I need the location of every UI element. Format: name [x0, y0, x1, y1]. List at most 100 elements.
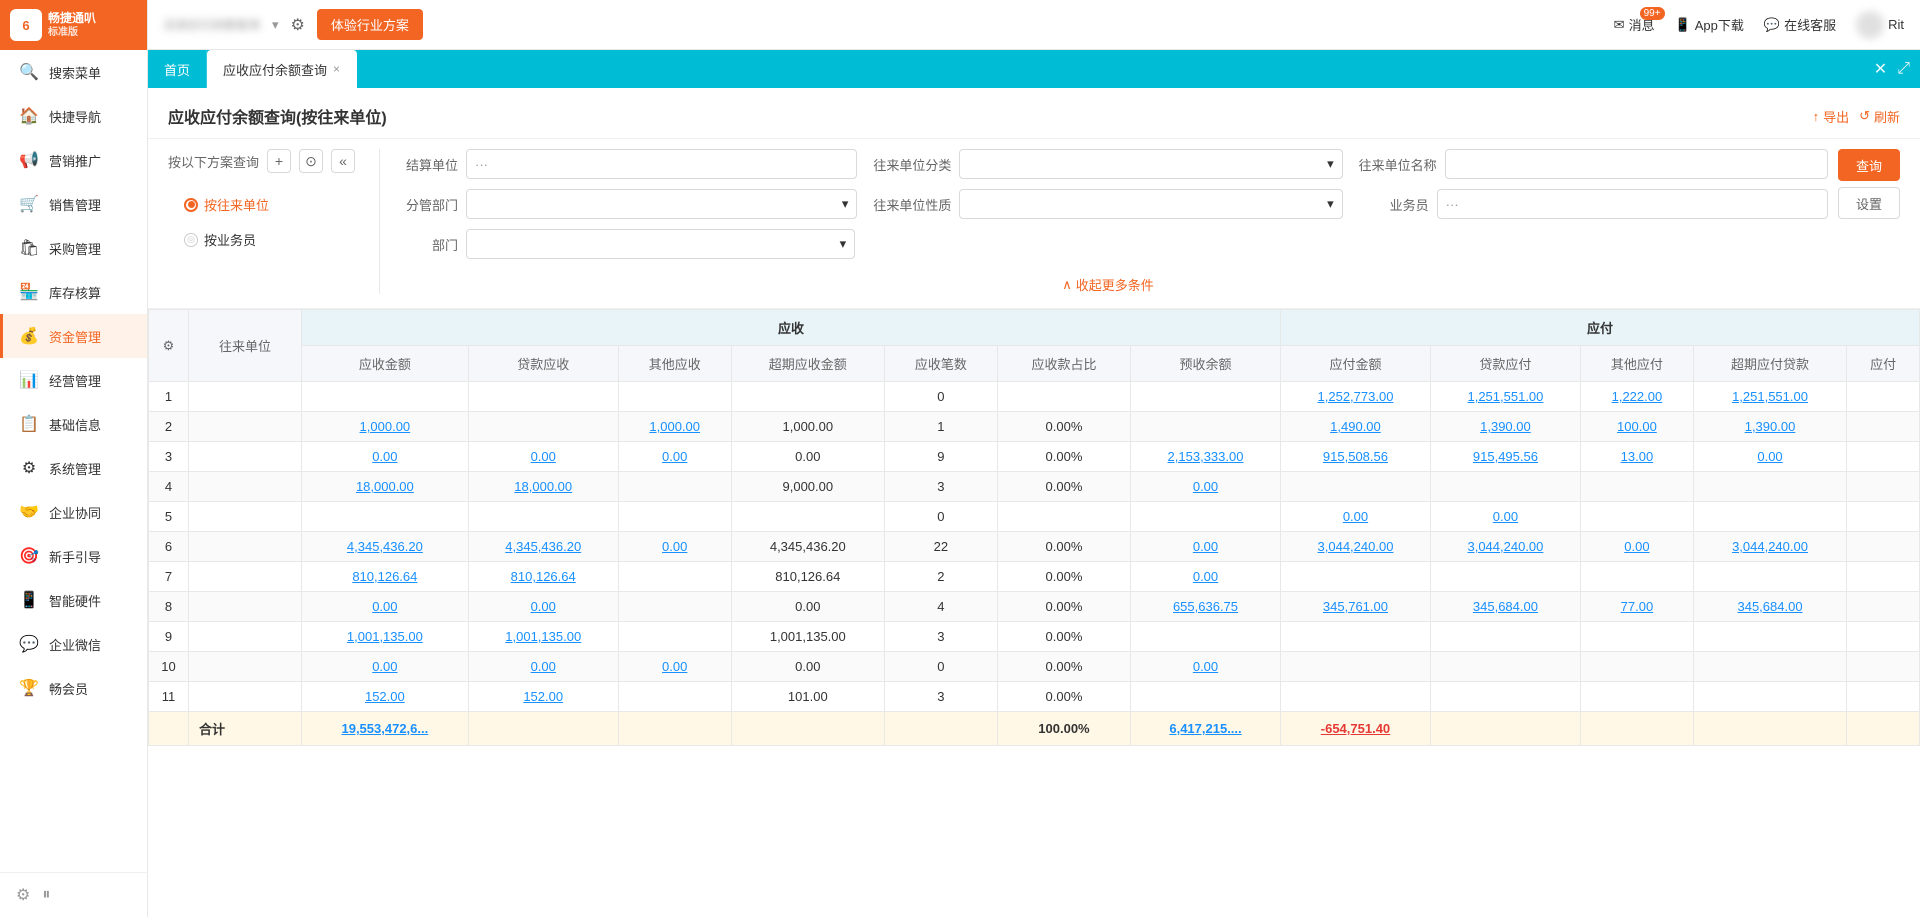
row-other-ar[interactable]: 0.00	[618, 532, 731, 562]
service-btn[interactable]: 💬 在线客服	[1764, 15, 1836, 34]
row-loan-ar[interactable]: 1,001,135.00	[468, 622, 618, 652]
sidebar-item-guide[interactable]: 🎯 新手引导	[0, 534, 147, 578]
row-loan-ar[interactable]: 152.00	[468, 682, 618, 712]
sidebar-item-system[interactable]: ⚙ 系统管理	[0, 446, 147, 490]
add-filter-btn[interactable]: +	[267, 149, 291, 173]
row-ar-amt[interactable]: 0.00	[301, 442, 468, 472]
expand-icon[interactable]: ⤢	[1897, 60, 1910, 78]
row-loan-ar[interactable]: 810,126.64	[468, 562, 618, 592]
user-menu[interactable]: Rit	[1856, 11, 1904, 39]
row-loan-ar[interactable]: 0.00	[468, 592, 618, 622]
row-loan-ar[interactable]: 0.00	[468, 442, 618, 472]
nav-by-partner[interactable]: 按往来单位	[172, 187, 281, 222]
row-ap-amt[interactable]: 345,761.00	[1280, 592, 1430, 622]
row-ar-amt[interactable]: 810,126.64	[301, 562, 468, 592]
dropdown-icon[interactable]: ▾	[272, 17, 279, 33]
row-other-ap[interactable]: 0.00	[1580, 532, 1693, 562]
row-ap-amt[interactable]: 915,508.56	[1280, 442, 1430, 472]
nav-by-salesman[interactable]: ◎ 按业务员	[172, 222, 281, 257]
row-ar-amt[interactable]: 1,000.00	[301, 412, 468, 442]
sidebar-item-hardware[interactable]: 📱 智能硬件	[0, 578, 147, 622]
footer-ap-amt[interactable]: -654,751.40	[1280, 712, 1430, 746]
tab-close-icon[interactable]: ×	[333, 62, 340, 76]
row-advance[interactable]: 0.00	[1131, 532, 1281, 562]
refresh-button[interactable]: ↺ 刷新	[1859, 107, 1900, 126]
footer-ar-amt[interactable]: 19,553,472,6...	[301, 712, 468, 746]
sidebar-item-sales[interactable]: 🛒 销售管理	[0, 182, 147, 226]
row-other-ar[interactable]: 1,000.00	[618, 412, 731, 442]
collapse-button[interactable]: ∧ 收起更多条件	[388, 269, 1828, 294]
row-other-ap[interactable]: 1,222.00	[1580, 382, 1693, 412]
sidebar-item-search[interactable]: 🔍 搜索菜单	[0, 50, 147, 94]
row-loan-ar[interactable]: 18,000.00	[468, 472, 618, 502]
row-advance[interactable]: 655,636.75	[1131, 592, 1281, 622]
row-ar-amt[interactable]: 0.00	[301, 592, 468, 622]
partner-nature-select[interactable]: ▾	[959, 189, 1342, 219]
row-loan-ap[interactable]: 345,684.00	[1430, 592, 1580, 622]
tab-home[interactable]: 首页	[148, 50, 207, 88]
row-other-ap[interactable]: 100.00	[1580, 412, 1693, 442]
sidebar-item-purchase[interactable]: 🛍 采购管理	[0, 226, 147, 270]
th-overdue-ap: 超期应付贷款	[1693, 346, 1846, 382]
row-other-ap[interactable]: 13.00	[1580, 442, 1693, 472]
promo-button[interactable]: 体验行业方案	[317, 9, 423, 40]
row-loan-ar[interactable]: 0.00	[468, 652, 618, 682]
sidebar-item-operations[interactable]: 📊 经营管理	[0, 358, 147, 402]
row-loan-ap[interactable]: 915,495.56	[1430, 442, 1580, 472]
pause-icon[interactable]: ⏸	[42, 886, 50, 904]
export-button[interactable]: ↑ 导出	[1813, 107, 1850, 126]
row-loan-ap[interactable]: 1,251,551.00	[1430, 382, 1580, 412]
row-overdue-ap[interactable]: 3,044,240.00	[1693, 532, 1846, 562]
row-loan-ap[interactable]: 3,044,240.00	[1430, 532, 1580, 562]
sidebar-item-wechat[interactable]: 💬 企业微信	[0, 622, 147, 666]
close-window-icon[interactable]: ✕	[1874, 59, 1887, 79]
config-filter-btn[interactable]: ⊙	[299, 149, 323, 173]
partner-type-select[interactable]: ▾	[959, 149, 1342, 179]
row-ar-amt[interactable]: 152.00	[301, 682, 468, 712]
row-ap-amt[interactable]: 0.00	[1280, 502, 1430, 532]
row-overdue-ap[interactable]: 1,251,551.00	[1693, 382, 1846, 412]
row-other-ar[interactable]: 0.00	[618, 652, 731, 682]
collapse-filter-btn[interactable]: «	[331, 149, 355, 173]
tab-ar-query[interactable]: 应收应付余额查询 ×	[207, 50, 357, 88]
sidebar-item-nav[interactable]: 🏠 快捷导航	[0, 94, 147, 138]
settings-icon[interactable]: ⚙	[16, 885, 30, 905]
sidebar-item-inventory[interactable]: 🏪 库存核算	[0, 270, 147, 314]
row-ar-amt[interactable]: 18,000.00	[301, 472, 468, 502]
partner-name-input[interactable]	[1445, 149, 1828, 179]
row-advance[interactable]: 2,153,333.00	[1131, 442, 1281, 472]
row-loan-ap[interactable]: 1,390.00	[1430, 412, 1580, 442]
topbar-gear-icon[interactable]: ⚙	[291, 15, 305, 35]
row-overdue-ap[interactable]: 1,390.00	[1693, 412, 1846, 442]
footer-advance[interactable]: 6,417,215....	[1131, 712, 1281, 746]
row-advance[interactable]: 0.00	[1131, 472, 1281, 502]
row-advance[interactable]: 0.00	[1131, 652, 1281, 682]
sidebar-item-basic[interactable]: 📋 基础信息	[0, 402, 147, 446]
sidebar-item-corp[interactable]: 🤝 企业协同	[0, 490, 147, 534]
row-ap-amt[interactable]: 1,490.00	[1280, 412, 1430, 442]
row-overdue-ap[interactable]: 0.00	[1693, 442, 1846, 472]
settlement-input[interactable]: ···	[466, 149, 857, 179]
row-loan-ar[interactable]: 4,345,436.20	[468, 532, 618, 562]
row-loan-ap[interactable]: 0.00	[1430, 502, 1580, 532]
salesman-input[interactable]: ···	[1437, 189, 1828, 219]
row-ar-amt[interactable]: 0.00	[301, 652, 468, 682]
table-gear-icon[interactable]: ⚙	[163, 338, 175, 354]
dept-select[interactable]: ▾	[466, 189, 857, 219]
set-button[interactable]: 设置	[1838, 187, 1900, 219]
row-other-ap[interactable]: 77.00	[1580, 592, 1693, 622]
row-ar-amt[interactable]: 4,345,436.20	[301, 532, 468, 562]
row-overdue-ap[interactable]: 345,684.00	[1693, 592, 1846, 622]
sidebar-item-member[interactable]: 🏆 畅会员	[0, 666, 147, 710]
row-ar-amt[interactable]: 1,001,135.00	[301, 622, 468, 652]
sidebar-item-finance[interactable]: 💰 资金管理	[0, 314, 147, 358]
department-select[interactable]: ▾	[466, 229, 855, 259]
sidebar-item-marketing[interactable]: 📢 营销推广	[0, 138, 147, 182]
row-ap-amt[interactable]: 1,252,773.00	[1280, 382, 1430, 412]
row-advance[interactable]: 0.00	[1131, 562, 1281, 592]
row-other-ar[interactable]: 0.00	[618, 442, 731, 472]
query-button[interactable]: 查询	[1838, 149, 1900, 181]
message-btn[interactable]: ✉ 消息 99+	[1614, 15, 1655, 34]
app-download-btn[interactable]: 📱 App下载	[1675, 15, 1744, 34]
row-ap-amt[interactable]: 3,044,240.00	[1280, 532, 1430, 562]
